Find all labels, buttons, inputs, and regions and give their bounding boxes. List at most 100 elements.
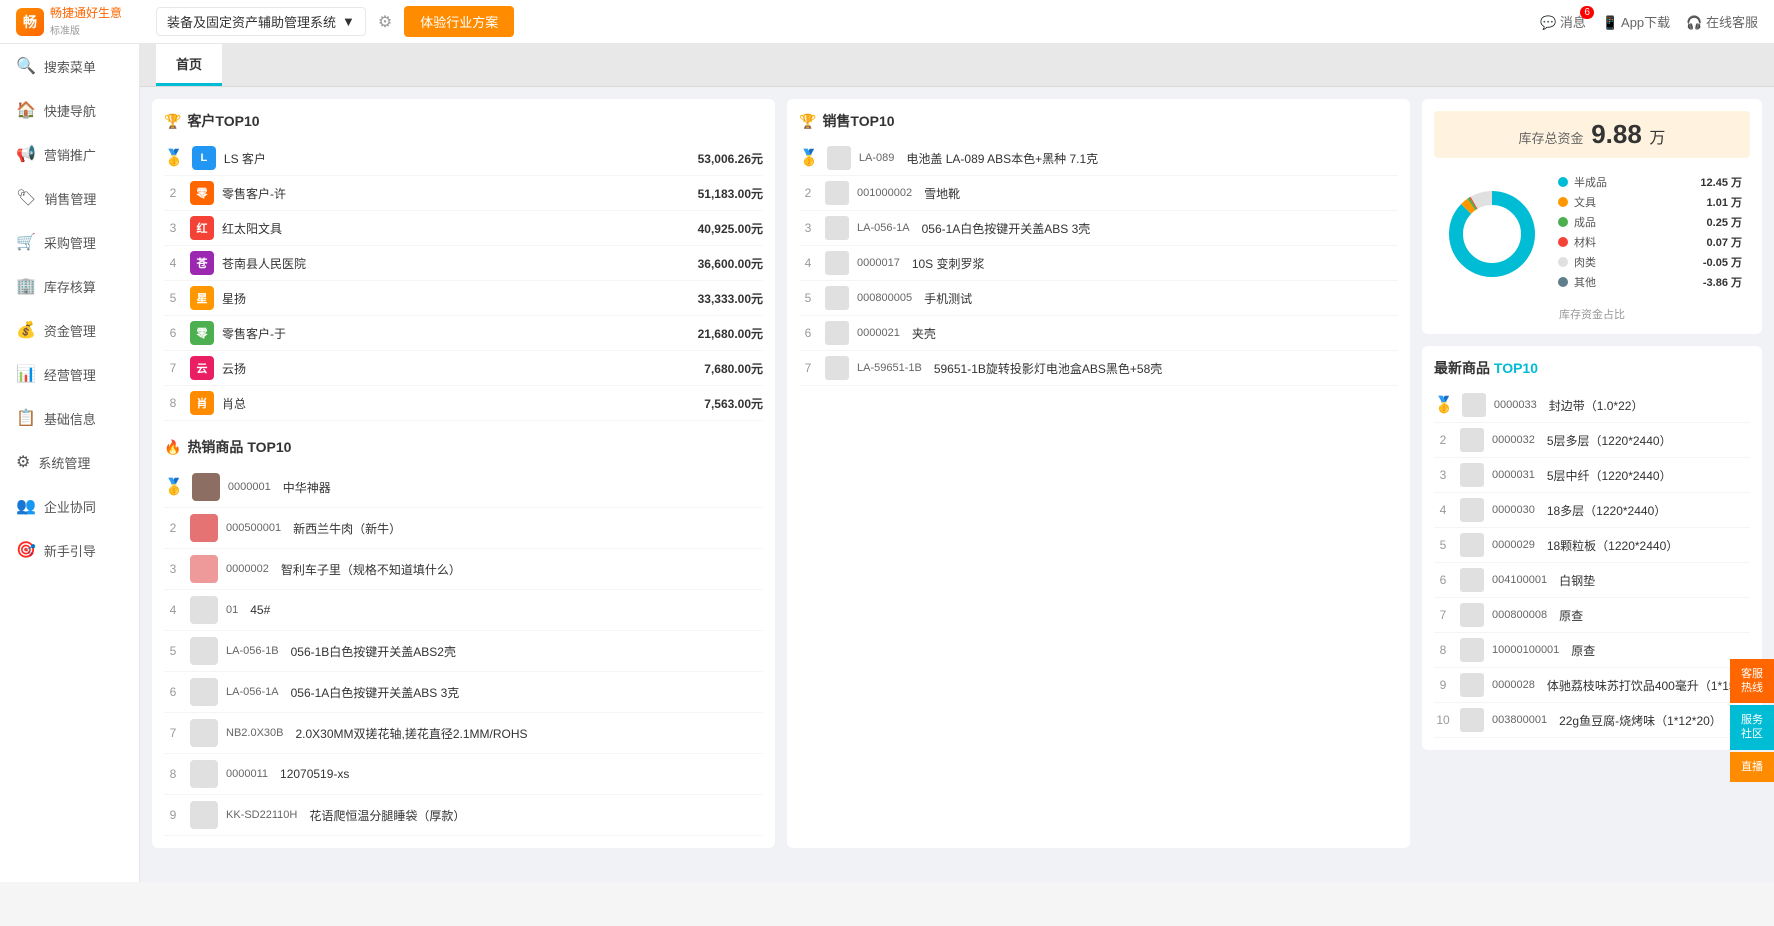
list-item: 5 星 星扬 33,333.00元 [164, 281, 763, 316]
trial-button[interactable]: 体验行业方案 [404, 6, 514, 37]
customer-top10-card: 🏆 客户TOP10 🥇 L LS 客户 53,006.26元 2 零 [152, 99, 775, 848]
sidebar-label-inventory: 库存核算 [44, 277, 96, 296]
customer-amount: 40,925.00元 [698, 220, 763, 237]
sidebar-item-search[interactable]: 🔍 搜索菜单 [0, 44, 139, 88]
customer-list: 🥇 L LS 客户 53,006.26元 2 零 零售客户-许 51,183.0… [164, 141, 763, 421]
list-item: 6 004100001 白钢垫 [1434, 563, 1750, 598]
product-code: 001000002 [857, 187, 912, 199]
settings-icon: ⚙ [16, 452, 30, 472]
content-area: 首页 🏆 客户TOP10 🥇 L LS 客户 53,006.26元 [140, 44, 1774, 882]
main-layout: 🔍 搜索菜单 🏠 快捷导航 📢 营销推广 🏷 销售管理 🛒 采购管理 🏢 库存核… [0, 44, 1774, 882]
sidebar: 🔍 搜索菜单 🏠 快捷导航 📢 营销推广 🏷 销售管理 🛒 采购管理 🏢 库存核… [0, 44, 140, 882]
list-item: 3 0000002 智利车子里（规格不知道填什么） [164, 549, 763, 590]
list-item: 7 云 云扬 7,680.00元 [164, 351, 763, 386]
rank-num: 10 [1434, 713, 1452, 727]
list-item: 2 001000002 雪地靴 [799, 176, 1398, 211]
clipboard-icon: 📋 [16, 408, 36, 428]
sidebar-item-collab[interactable]: 👥 企业协同 [0, 484, 139, 528]
rank-num: 3 [164, 562, 182, 576]
customer-amount: 51,183.00元 [698, 185, 763, 202]
rank-num: 9 [164, 808, 182, 822]
header-middle: 装备及固定资产辅助管理系统 ▼ ⚙ 体验行业方案 [156, 6, 1540, 37]
product-thumb [1460, 673, 1484, 697]
app-download-item[interactable]: 📱 App下载 [1602, 12, 1670, 31]
rank-num: 4 [164, 603, 182, 617]
legend-value: -3.86 万 [1703, 274, 1742, 290]
customer-amount: 21,680.00元 [698, 325, 763, 342]
product-name: 59651-1B旋转投影灯电池盒ABS黑色+58壳 [934, 360, 1398, 377]
list-item: 2 0000032 5层多层（1220*2440） [1434, 423, 1750, 458]
product-name: 雪地靴 [924, 185, 1398, 202]
sidebar-label-sales: 销售管理 [44, 189, 96, 208]
donut-chart [1442, 184, 1542, 284]
list-item: 9 0000028 体驰荔枝味苏打饮品400毫升（1*15） [1434, 668, 1750, 703]
rank-icon: 🥇 [1434, 395, 1454, 415]
legend-item: 半成品 12.45 万 [1558, 174, 1742, 190]
message-item[interactable]: 💬 消息 6 [1540, 12, 1586, 31]
list-item: 6 零 零售客户-于 21,680.00元 [164, 316, 763, 351]
sidebar-item-sales[interactable]: 🏷 销售管理 [0, 176, 139, 220]
fire-icon: 🔥 [164, 439, 181, 456]
legend-dot [1558, 257, 1568, 267]
rank-num: 6 [164, 685, 182, 699]
service-community-btn[interactable]: 服务社区 [1730, 705, 1774, 750]
sidebar-item-operation[interactable]: 📊 经营管理 [0, 352, 139, 396]
product-code: 0000028 [1492, 679, 1535, 691]
sidebar-item-purchase[interactable]: 🛒 采购管理 [0, 220, 139, 264]
product-code: LA-056-1B [226, 645, 279, 657]
rank-icon: 🥇 [164, 477, 184, 497]
product-code: LA-59651-1B [857, 362, 922, 374]
customer-name: 肖总 [222, 395, 696, 412]
rank-num: 2 [1434, 433, 1452, 447]
rank-num: 7 [164, 726, 182, 740]
list-item: 🥇 L LS 客户 53,006.26元 [164, 141, 763, 176]
sidebar-item-basic[interactable]: 📋 基础信息 [0, 396, 139, 440]
rank-num: 7 [1434, 608, 1452, 622]
avatar: 星 [190, 286, 214, 310]
sidebar-label-system: 系统管理 [38, 453, 90, 472]
message-icon: 💬 [1540, 15, 1556, 30]
legend-dot [1558, 197, 1568, 207]
right-panel: 库存总资金 9.88 万 [1422, 99, 1762, 848]
customer-name: 红太阳文具 [222, 220, 690, 237]
rank-num: 6 [1434, 573, 1452, 587]
product-name: 原查 [1559, 607, 1750, 624]
product-thumb [825, 286, 849, 310]
product-code: KK-SD22110H [226, 809, 297, 821]
sidebar-label-operation: 经营管理 [44, 365, 96, 384]
product-name: 18多层（1220*2440） [1547, 502, 1750, 519]
product-name: 45# [250, 603, 763, 617]
inventory-card: 库存总资金 9.88 万 [1422, 99, 1762, 334]
sidebar-item-nav[interactable]: 🏠 快捷导航 [0, 88, 139, 132]
service-live-btn[interactable]: 直播 [1730, 752, 1774, 782]
rank-num: 5 [164, 291, 182, 305]
tab-home[interactable]: 首页 [156, 44, 222, 86]
online-service-item[interactable]: 🎧 在线客服 [1686, 12, 1758, 31]
header: 畅 畅捷通好生意 标准版 装备及固定资产辅助管理系统 ▼ ⚙ 体验行业方案 💬 … [0, 0, 1774, 44]
gear-button[interactable]: ⚙ [378, 12, 392, 32]
system-selector[interactable]: 装备及固定资产辅助管理系统 ▼ [156, 7, 366, 36]
product-name: 白钢垫 [1559, 572, 1750, 589]
legend-label: 其他 [1574, 274, 1697, 290]
service-hotline-btn[interactable]: 客服热线 [1730, 659, 1774, 704]
sidebar-label-finance: 资金管理 [44, 321, 96, 340]
rank-num: 5 [1434, 538, 1452, 552]
trophy-icon: 🏆 [799, 113, 816, 130]
headset-icon: 🎧 [1686, 15, 1702, 30]
product-code: NB2.0X30B [226, 727, 283, 739]
customer-name: LS 客户 [224, 150, 690, 167]
legend-item: 文具 1.01 万 [1558, 194, 1742, 210]
sidebar-item-guide[interactable]: 🎯 新手引导 [0, 528, 139, 572]
list-item: 🥇 0000033 封边带（1.0*22） [1434, 388, 1750, 423]
list-item: 4 0000017 10S 变刺罗浆 [799, 246, 1398, 281]
sidebar-item-finance[interactable]: 💰 资金管理 [0, 308, 139, 352]
legend-dot [1558, 217, 1568, 227]
sidebar-item-system[interactable]: ⚙ 系统管理 [0, 440, 139, 484]
sidebar-item-inventory[interactable]: 🏢 库存核算 [0, 264, 139, 308]
sidebar-item-marketing[interactable]: 📢 营销推广 [0, 132, 139, 176]
product-thumb [190, 719, 218, 747]
chart-subtitle: 库存资金占比 [1434, 306, 1750, 322]
list-item: 5 000800005 手机测试 [799, 281, 1398, 316]
customer-top10-title: 🏆 客户TOP10 [164, 111, 763, 131]
product-code: LA-056-1A [226, 686, 279, 698]
